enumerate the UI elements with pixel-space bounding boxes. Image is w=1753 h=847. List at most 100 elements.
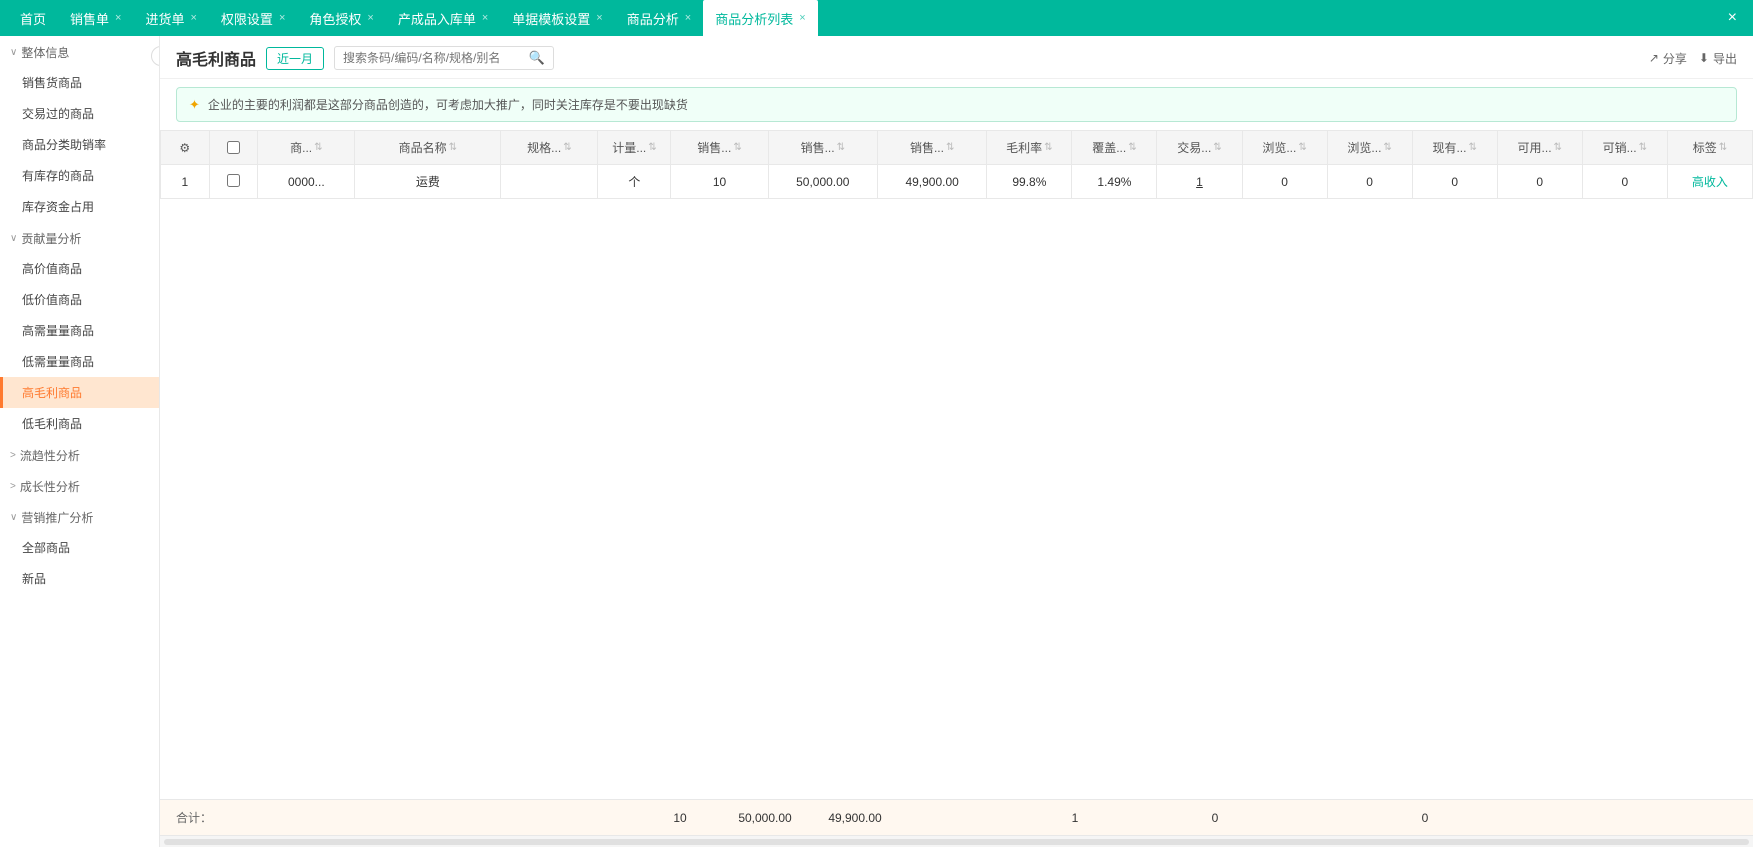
sidebar: 《 ∨整体信息销售货商品交易过的商品商品分类助销率有库存的商品库存资金占用∨贡献…: [0, 36, 160, 847]
th-6[interactable]: 销售... ⇅: [671, 131, 768, 165]
nav-item-权限设置[interactable]: 权限设置×: [209, 0, 297, 36]
nav-close-进货单[interactable]: ×: [190, 12, 196, 24]
nav-item-商品分析列表[interactable]: 商品分析列表×: [703, 0, 817, 36]
th-17[interactable]: 标签 ⇅: [1667, 131, 1752, 165]
info-icon: ✦: [189, 97, 200, 113]
footer-cell-1: [260, 811, 300, 825]
th-7[interactable]: 销售... ⇅: [768, 131, 877, 165]
select-all-checkbox[interactable]: [227, 141, 240, 154]
sidebar-group-arrow-2: >: [10, 450, 16, 461]
table-wrapper[interactable]: ⚙商... ⇅商品名称 ⇅规格... ⇅计量... ⇅销售... ⇅销售... …: [160, 130, 1753, 799]
sidebar-group-title-3[interactable]: >成长性分析: [0, 470, 159, 501]
sort-icon-7[interactable]: ⇅: [837, 142, 845, 153]
sidebar-item-商品分类助销率[interactable]: 商品分类助销率: [0, 129, 159, 160]
share-button[interactable]: ↗ 分享: [1649, 50, 1687, 67]
sort-icon-16[interactable]: ⇅: [1639, 142, 1647, 153]
link-transaction[interactable]: 1: [1196, 175, 1203, 189]
sort-icon-5[interactable]: ⇅: [648, 142, 656, 153]
sidebar-item-有库存的商品[interactable]: 有库存的商品: [0, 160, 159, 191]
main-layout: 《 ∨整体信息销售货商品交易过的商品商品分类助销率有库存的商品库存资金占用∨贡献…: [0, 36, 1753, 847]
sort-icon-2[interactable]: ⇅: [314, 142, 322, 153]
share-icon: ↗: [1649, 51, 1659, 65]
th-label-17: 标签: [1693, 139, 1717, 156]
sidebar-item-低毛利商品[interactable]: 低毛利商品: [0, 408, 159, 439]
th-11[interactable]: 交易... ⇅: [1157, 131, 1242, 165]
sidebar-group-title-1[interactable]: ∨贡献量分析: [0, 222, 159, 253]
nav-item-首页[interactable]: 首页: [8, 0, 58, 36]
nav-close-角色授权[interactable]: ×: [367, 12, 373, 24]
th-3[interactable]: 商品名称 ⇅: [355, 131, 501, 165]
sidebar-item-库存资金占用[interactable]: 库存资金占用: [0, 191, 159, 222]
sort-icon-10[interactable]: ⇅: [1128, 142, 1136, 153]
sidebar-item-高价值商品[interactable]: 高价值商品: [0, 253, 159, 284]
sidebar-group-label-2: 流趋性分析: [20, 447, 80, 464]
sort-icon-14[interactable]: ⇅: [1468, 142, 1476, 153]
window-close-button[interactable]: ×: [1720, 9, 1745, 27]
nav-close-产成品入库单[interactable]: ×: [482, 12, 488, 24]
sort-icon-6[interactable]: ⇅: [733, 142, 741, 153]
sidebar-item-低价值商品[interactable]: 低价值商品: [0, 284, 159, 315]
time-filter-button[interactable]: 近一月: [266, 47, 324, 70]
nav-item-产成品入库单[interactable]: 产成品入库单×: [386, 0, 500, 36]
nav-item-角色授权[interactable]: 角色授权×: [297, 0, 385, 36]
th-9[interactable]: 毛利率 ⇅: [987, 131, 1072, 165]
nav-close-商品分析列表[interactable]: ×: [799, 12, 805, 24]
td-sales2: 50,000.00: [768, 165, 877, 199]
footer-cell-13: 0: [1180, 811, 1250, 825]
nav-close-单据模板设置[interactable]: ×: [596, 12, 602, 24]
sort-icon-13[interactable]: ⇅: [1383, 142, 1391, 153]
th-15[interactable]: 可用... ⇅: [1497, 131, 1582, 165]
sidebar-group-title-4[interactable]: ∨营销推广分析: [0, 501, 159, 532]
td-name: 运费: [355, 165, 501, 199]
sort-icon-8[interactable]: ⇅: [946, 142, 954, 153]
sidebar-item-交易过的商品[interactable]: 交易过的商品: [0, 98, 159, 129]
sidebar-group-title-0[interactable]: ∨整体信息: [0, 36, 159, 67]
sort-icon-12[interactable]: ⇅: [1298, 142, 1306, 153]
sidebar-group-arrow-4: ∨: [10, 512, 17, 523]
sidebar-item-新品[interactable]: 新品: [0, 563, 159, 594]
row-checkbox[interactable]: [227, 174, 240, 187]
sort-icon-3[interactable]: ⇅: [449, 142, 457, 153]
scrollbar-thumb[interactable]: [164, 839, 1749, 845]
sort-icon-11[interactable]: ⇅: [1213, 142, 1221, 153]
header-actions: ↗ 分享 ⬇ 导出: [1649, 50, 1737, 67]
nav-item-进货单[interactable]: 进货单×: [133, 0, 208, 36]
sidebar-item-销售货商品[interactable]: 销售货商品: [0, 67, 159, 98]
sort-icon-17[interactable]: ⇅: [1719, 142, 1727, 153]
th-14[interactable]: 现有... ⇅: [1412, 131, 1497, 165]
nav-item-销售单[interactable]: 销售单×: [58, 0, 133, 36]
bottom-scrollbar[interactable]: [160, 835, 1753, 847]
search-icon[interactable]: 🔍: [529, 50, 545, 66]
sidebar-group-title-2[interactable]: > 流趋性分析: [0, 439, 159, 470]
sidebar-item-低需量量商品[interactable]: 低需量量商品: [0, 346, 159, 377]
sidebar-group-3: >成长性分析: [0, 470, 159, 501]
nav-close-商品分析[interactable]: ×: [685, 12, 691, 24]
th-2[interactable]: 商... ⇅: [258, 131, 355, 165]
th-8[interactable]: 销售... ⇅: [877, 131, 986, 165]
export-button[interactable]: ⬇ 导出: [1699, 50, 1737, 67]
nav-item-单据模板设置[interactable]: 单据模板设置×: [500, 0, 614, 36]
td-gross-margin: 99.8%: [987, 165, 1072, 199]
nav-close-销售单[interactable]: ×: [115, 12, 121, 24]
th-label-7: 销售...: [801, 139, 835, 156]
sidebar-item-高需量量商品[interactable]: 高需量量商品: [0, 315, 159, 346]
search-input[interactable]: [343, 51, 525, 65]
th-label-2: 商...: [290, 139, 312, 156]
sort-icon-15[interactable]: ⇅: [1554, 142, 1562, 153]
settings-icon[interactable]: ⚙: [179, 141, 190, 155]
nav-item-商品分析[interactable]: 商品分析×: [615, 0, 703, 36]
th-10[interactable]: 覆盖... ⇅: [1072, 131, 1157, 165]
sidebar-item-全部商品[interactable]: 全部商品: [0, 532, 159, 563]
sidebar-item-高毛利商品[interactable]: 高毛利商品: [0, 377, 159, 408]
th-4[interactable]: 规格... ⇅: [501, 131, 598, 165]
footer-cell-11: 1: [1040, 811, 1110, 825]
td-checkbox: [209, 165, 258, 199]
th-12[interactable]: 浏览... ⇅: [1242, 131, 1327, 165]
sort-icon-4[interactable]: ⇅: [563, 142, 571, 153]
th-16[interactable]: 可销... ⇅: [1582, 131, 1667, 165]
th-13[interactable]: 浏览... ⇅: [1327, 131, 1412, 165]
sidebar-group-arrow-3: >: [10, 481, 16, 492]
sort-icon-9[interactable]: ⇅: [1044, 142, 1052, 153]
th-5[interactable]: 计量... ⇅: [598, 131, 671, 165]
nav-close-权限设置[interactable]: ×: [279, 12, 285, 24]
